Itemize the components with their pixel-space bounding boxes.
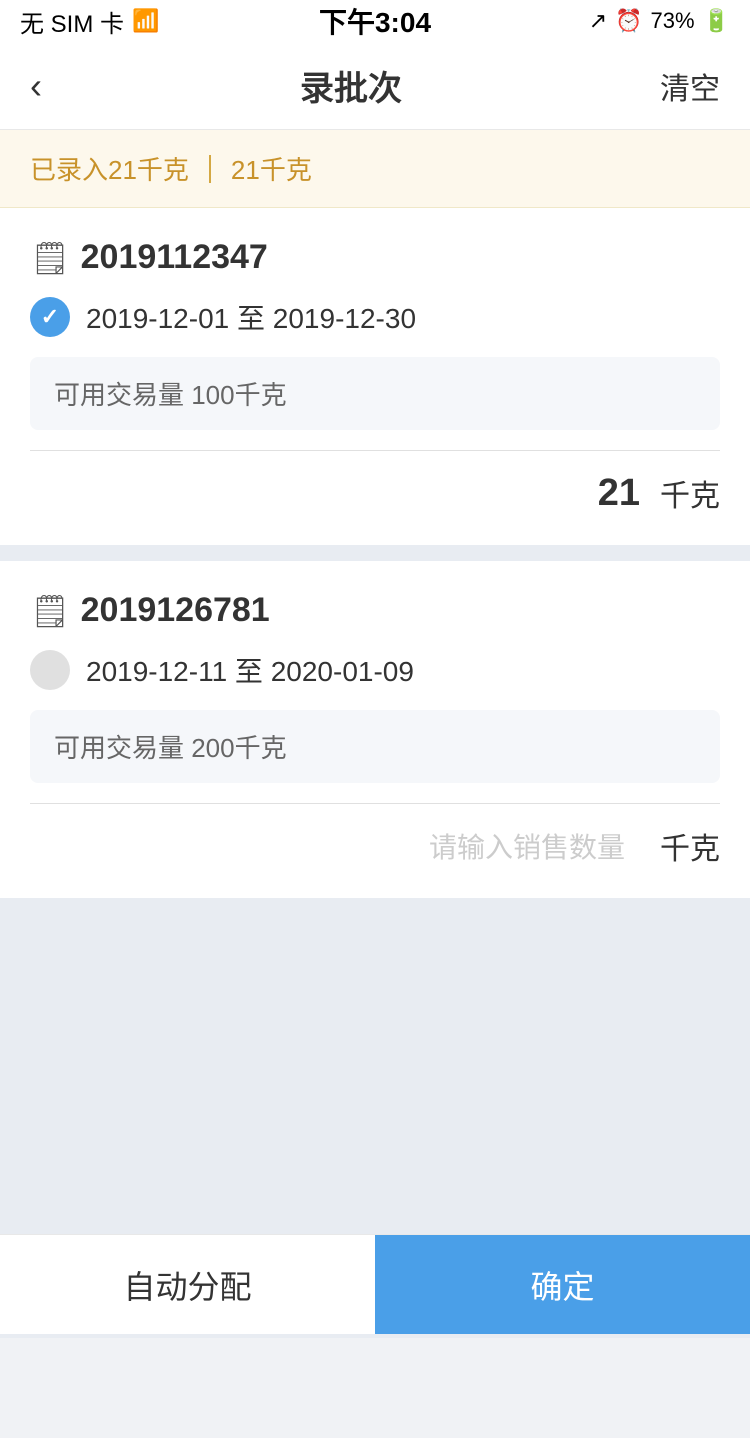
batch2-available: 可用交易量 200千克 (54, 733, 287, 763)
batch2-icon: 🗒 (30, 592, 71, 630)
auto-distribute-button[interactable]: 自动分配 (0, 1235, 375, 1334)
bottom-bar: 自动分配 确定 (0, 1234, 750, 1334)
status-left: 无 SIM 卡 📶 (20, 4, 159, 39)
clear-button[interactable]: 清空 (660, 64, 720, 108)
back-button[interactable]: ‹ (30, 65, 42, 107)
battery-icon: 🔋 (703, 8, 730, 34)
batch1-date-row[interactable]: ✓ 2019-12-01 至 2019-12-30 (0, 287, 750, 347)
batch1-quantity: 21 (598, 472, 640, 515)
wifi-icon: 📶 (132, 8, 159, 34)
batch1-icon: 🗒 (30, 239, 71, 277)
status-time: 下午3:04 (319, 1, 431, 41)
batch2-card: 🗒 2019126781 2019-12-11 至 2020-01-09 可用交… (0, 561, 750, 898)
summary-value: 21千克 (231, 150, 312, 187)
page-title: 录批次 (300, 61, 402, 110)
location-icon: ↗ (589, 8, 607, 34)
confirm-button[interactable]: 确定 (375, 1235, 750, 1334)
batch1-card: 🗒 2019112347 ✓ 2019-12-01 至 2019-12-30 可… (0, 208, 750, 545)
batch2-available-box: 可用交易量 200千克 (30, 710, 720, 783)
batch1-header: 🗒 2019112347 (0, 208, 750, 287)
battery-text: 73% (651, 8, 695, 34)
batch1-available-box: 可用交易量 100千克 (30, 357, 720, 430)
section-separator-1 (0, 545, 750, 561)
batch2-header: 🗒 2019126781 (0, 561, 750, 640)
batch1-radio[interactable]: ✓ (30, 297, 70, 337)
status-right: ↗ ⏰ 73% 🔋 (589, 8, 730, 34)
batch2-radio[interactable] (30, 650, 70, 690)
summary-divider (209, 155, 211, 183)
batch2-unit: 千克 (660, 824, 720, 868)
batch2-date-row[interactable]: 2019-12-11 至 2020-01-09 (0, 640, 750, 700)
batch1-checkmark: ✓ (41, 304, 59, 330)
summary-bar: 已录入21千克 21千克 (0, 130, 750, 208)
batch1-date: 2019-12-01 至 2019-12-30 (86, 297, 416, 337)
batch2-id: 2019126781 (81, 591, 270, 630)
batch1-id: 2019112347 (81, 238, 268, 277)
batch2-quantity-input[interactable] (220, 828, 640, 865)
summary-label: 已录入21千克 (30, 150, 189, 187)
batch1-available: 可用交易量 100千克 (54, 380, 287, 410)
alarm-icon: ⏰ (615, 8, 642, 34)
batch2-date: 2019-12-11 至 2020-01-09 (86, 650, 414, 690)
batch1-unit: 千克 (660, 471, 720, 515)
batch1-quantity-row: 21 千克 (0, 451, 750, 545)
status-bar: 无 SIM 卡 📶 下午3:04 ↗ ⏰ 73% 🔋 (0, 0, 750, 42)
nav-bar: ‹ 录批次 清空 (0, 42, 750, 130)
batch2-input-row: 千克 (0, 804, 750, 898)
no-sim-text: 无 SIM 卡 (20, 4, 124, 39)
